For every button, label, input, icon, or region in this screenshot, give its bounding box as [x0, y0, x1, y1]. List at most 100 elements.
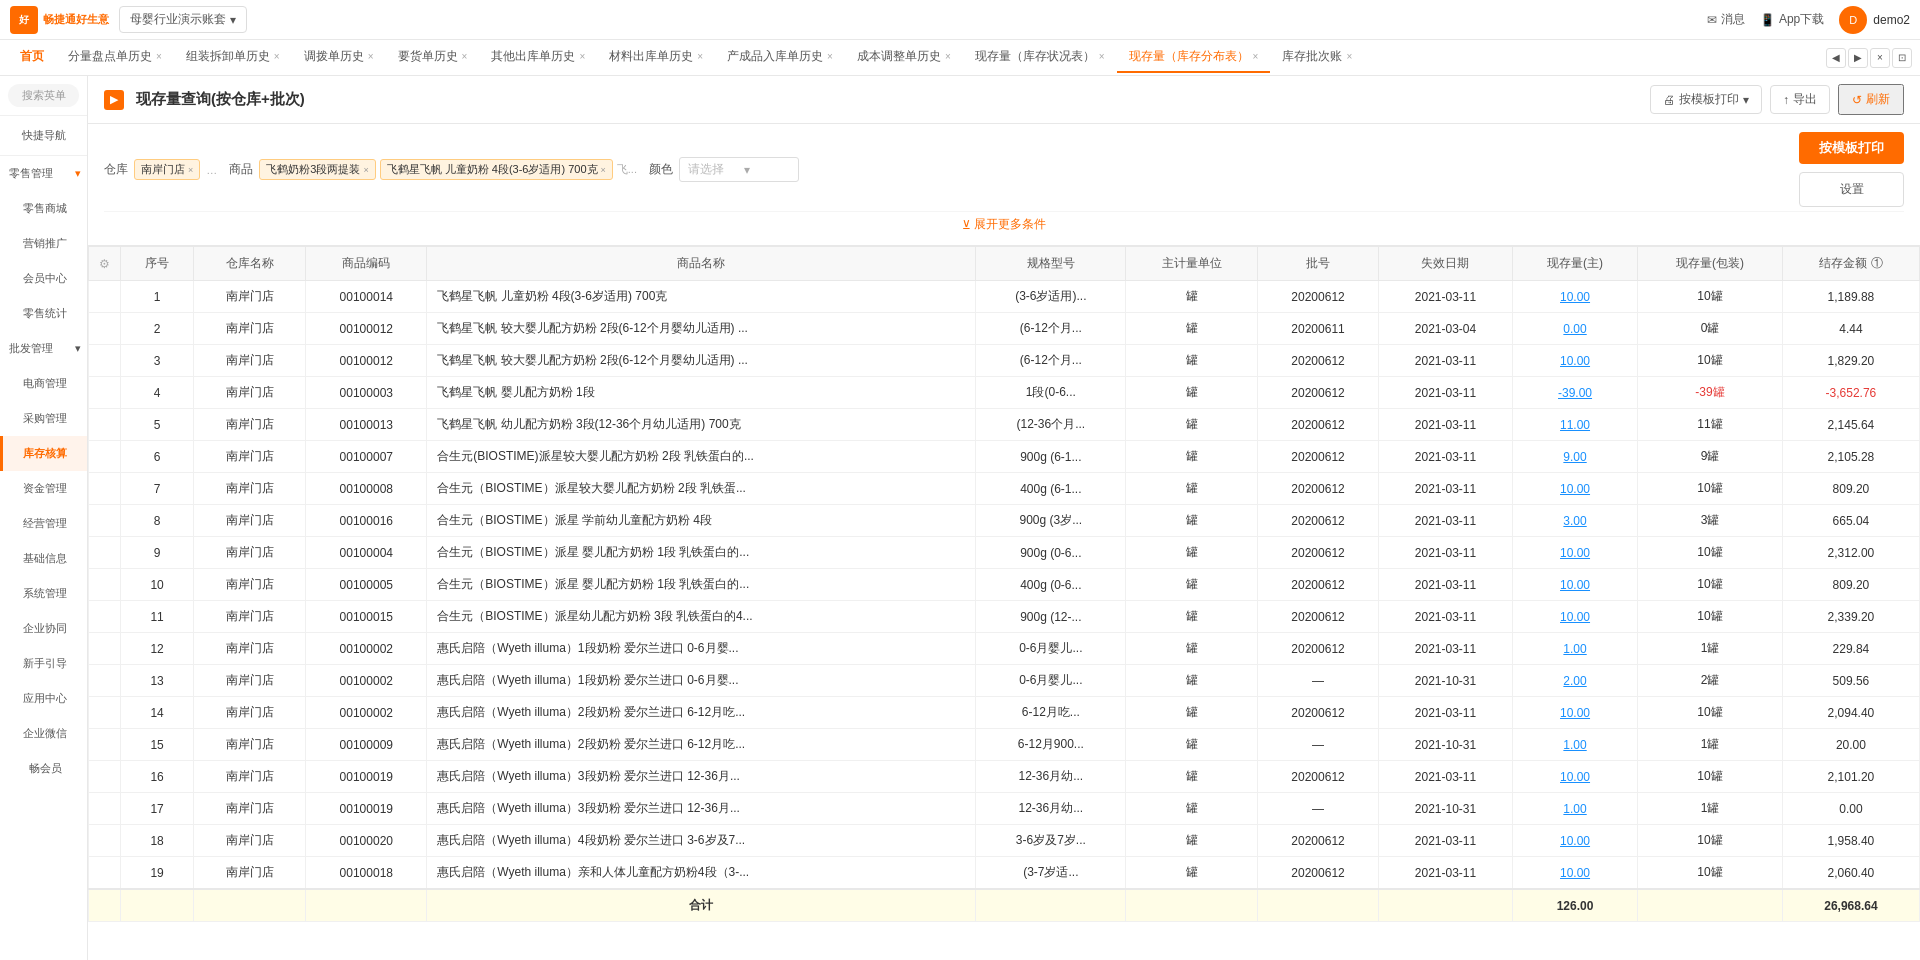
sidebar-item-enterprise[interactable]: 企业协同: [0, 611, 87, 646]
warehouse-more[interactable]: …: [206, 164, 217, 176]
remove-product-tag-1[interactable]: ×: [601, 165, 606, 175]
sidebar-item-business[interactable]: 经营管理: [0, 506, 87, 541]
close-icon[interactable]: ×: [368, 51, 374, 62]
row-stock-main[interactable]: 10.00: [1512, 345, 1637, 377]
row-stock-main[interactable]: 10.00: [1512, 473, 1637, 505]
row-spec: (3-6岁适用)...: [976, 281, 1126, 313]
close-icon[interactable]: ×: [1253, 51, 1259, 62]
row-stock-main[interactable]: 10.00: [1512, 761, 1637, 793]
app-download-button[interactable]: 📱 App下载: [1760, 11, 1824, 28]
close-icon[interactable]: ×: [579, 51, 585, 62]
tab-product-in[interactable]: 产成品入库单历史 ×: [715, 42, 845, 73]
color-select[interactable]: 请选择 ▾: [679, 157, 799, 182]
row-balance: 1,829.20: [1782, 345, 1919, 377]
close-icon[interactable]: ×: [697, 51, 703, 62]
remove-product-tag-0[interactable]: ×: [363, 165, 368, 175]
row-stock-main[interactable]: 0.00: [1512, 313, 1637, 345]
sidebar-item-purchase[interactable]: 采购管理: [0, 401, 87, 436]
close-icon[interactable]: ×: [1346, 51, 1352, 62]
sidebar-item-retail-shop[interactable]: 零售商城: [0, 191, 87, 226]
col-settings: ⚙: [89, 247, 121, 281]
row-spec: 12-36月幼...: [976, 793, 1126, 825]
nav-close-all[interactable]: ×: [1870, 48, 1890, 68]
industry-selector[interactable]: 母婴行业演示账套 ▾: [119, 6, 247, 33]
close-icon[interactable]: ×: [827, 51, 833, 62]
row-settings: [89, 665, 121, 697]
sidebar-item-basic[interactable]: 基础信息: [0, 541, 87, 576]
nav-expand[interactable]: ⊡: [1892, 48, 1912, 68]
query-button[interactable]: 按模板打印: [1799, 132, 1904, 164]
sidebar-item-retail-mgmt[interactable]: 零售管理 ▾: [0, 156, 87, 191]
product-label: 商品: [229, 161, 253, 178]
close-icon[interactable]: ×: [1099, 51, 1105, 62]
table-row: 17 南岸门店 00100019 惠氏启陪（Wyeth illuma）3段奶粉 …: [89, 793, 1920, 825]
row-stock-main[interactable]: 10.00: [1512, 569, 1637, 601]
tab-other-out[interactable]: 其他出库单历史 ×: [479, 42, 597, 73]
row-stock-main[interactable]: 2.00: [1512, 665, 1637, 697]
sidebar-menu: 零售管理 ▾ 零售商城 营销推广 会员中心 零售统计 批发管理 ▾ 电商管理 采…: [0, 156, 87, 960]
export-button[interactable]: ↑ 导出: [1770, 85, 1830, 114]
close-icon[interactable]: ×: [462, 51, 468, 62]
row-stock-main[interactable]: 10.00: [1512, 601, 1637, 633]
sidebar-item-wholesale[interactable]: 批发管理 ▾: [0, 331, 87, 366]
tab-home[interactable]: 首页: [8, 42, 56, 73]
tab-cost-adjust[interactable]: 成本调整单历史 ×: [845, 42, 963, 73]
close-icon[interactable]: ×: [945, 51, 951, 62]
expand-sidebar-button[interactable]: ▶: [104, 90, 124, 110]
print-button[interactable]: 🖨 按模板打印 ▾: [1650, 85, 1762, 114]
sidebar-item-apps[interactable]: 应用中心: [0, 681, 87, 716]
setting-button[interactable]: 设置: [1799, 172, 1904, 207]
row-stock-main[interactable]: 1.00: [1512, 633, 1637, 665]
tab-stock-status[interactable]: 现存量（库存状况表） ×: [963, 42, 1117, 73]
row-stock-main[interactable]: 10.00: [1512, 697, 1637, 729]
close-icon[interactable]: ×: [274, 51, 280, 62]
refresh-button[interactable]: ↺ 刷新: [1838, 84, 1904, 115]
chevron-down-icon: ▾: [75, 167, 81, 180]
row-warehouse: 南岸门店: [194, 409, 306, 441]
row-stock-main[interactable]: 10.00: [1512, 857, 1637, 890]
gear-icon[interactable]: ⚙: [99, 257, 110, 271]
sidebar-item-member[interactable]: 会员中心: [0, 261, 87, 296]
row-stock-main[interactable]: 9.00: [1512, 441, 1637, 473]
message-button[interactable]: ✉ 消息: [1707, 11, 1745, 28]
row-stock-main[interactable]: 10.00: [1512, 825, 1637, 857]
close-icon[interactable]: ×: [156, 51, 162, 62]
sidebar-item-guide[interactable]: 新手引导: [0, 646, 87, 681]
chevron-down-icon: ▾: [75, 342, 81, 355]
tab-disassemble[interactable]: 组装拆卸单历史 ×: [174, 42, 292, 73]
row-stock-main[interactable]: 3.00: [1512, 505, 1637, 537]
sidebar-item-finance[interactable]: 资金管理: [0, 471, 87, 506]
sidebar-item-marketing[interactable]: 营销推广: [0, 226, 87, 261]
search-input[interactable]: 搜索英单: [8, 84, 79, 107]
row-stock-main[interactable]: 10.00: [1512, 281, 1637, 313]
row-batch: 20200612: [1258, 857, 1379, 890]
row-stock-main[interactable]: 11.00: [1512, 409, 1637, 441]
sidebar-item-wechat[interactable]: 企业微信: [0, 716, 87, 751]
row-stock-main[interactable]: 1.00: [1512, 793, 1637, 825]
sidebar-item-system[interactable]: 系统管理: [0, 576, 87, 611]
row-code: 00100003: [306, 377, 427, 409]
sidebar-quick-nav: 快捷导航: [0, 116, 87, 156]
expand-more-button[interactable]: ⊻ 展开更多条件: [962, 216, 1046, 233]
tab-req-goods[interactable]: 要货单历史 ×: [386, 42, 480, 73]
tab-split-inventory[interactable]: 分量盘点单历史 ×: [56, 42, 174, 73]
row-stock-main[interactable]: 10.00: [1512, 537, 1637, 569]
row-code: 00100012: [306, 313, 427, 345]
nav-prev-arrow[interactable]: ◀: [1826, 48, 1846, 68]
row-stock-main[interactable]: 1.00: [1512, 729, 1637, 761]
user-area[interactable]: D demo2: [1839, 6, 1910, 34]
row-spec: 0-6月婴儿...: [976, 665, 1126, 697]
tab-transfer[interactable]: 调拨单历史 ×: [292, 42, 386, 73]
tab-material-out[interactable]: 材料出库单历史 ×: [597, 42, 715, 73]
sidebar-item-inventory[interactable]: 库存核算: [0, 436, 87, 471]
remove-warehouse-tag[interactable]: ×: [188, 165, 193, 175]
nav-next-arrow[interactable]: ▶: [1848, 48, 1868, 68]
sidebar-item-ecommerce[interactable]: 电商管理: [0, 366, 87, 401]
tab-batch-ledger[interactable]: 库存批次账 ×: [1270, 42, 1364, 73]
tab-stock-dist[interactable]: 现存量（库存分布表） ×: [1117, 42, 1271, 73]
quick-nav-item[interactable]: 快捷导航: [0, 122, 87, 149]
row-stock-main[interactable]: -39.00: [1512, 377, 1637, 409]
sidebar-item-retail-stats[interactable]: 零售统计: [0, 296, 87, 331]
sidebar-item-member2[interactable]: 畅会员: [0, 751, 87, 786]
product-more[interactable]: 飞...: [617, 162, 637, 177]
